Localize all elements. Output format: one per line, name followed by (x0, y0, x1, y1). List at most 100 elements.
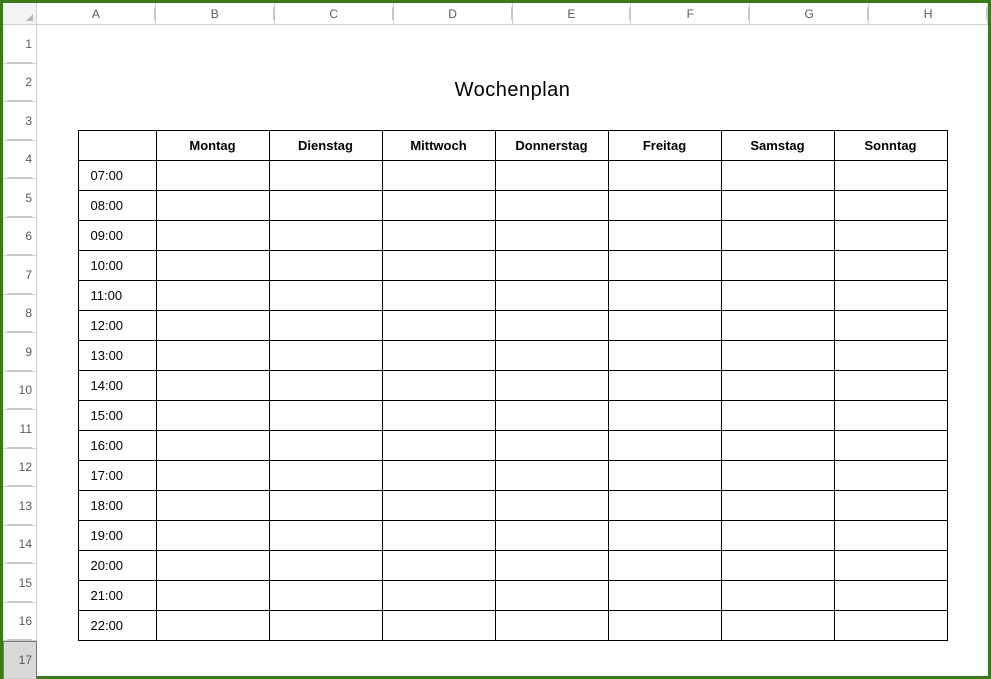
plan-cell[interactable] (382, 551, 495, 581)
plan-cell[interactable] (156, 611, 269, 641)
plan-cell[interactable] (495, 461, 608, 491)
plan-cell[interactable] (495, 401, 608, 431)
plan-cell[interactable] (721, 581, 834, 611)
plan-cell[interactable] (269, 491, 382, 521)
row-header[interactable]: 4 (3, 141, 37, 180)
plan-cell[interactable] (495, 221, 608, 251)
time-cell[interactable]: 08:00 (78, 191, 156, 221)
plan-cell[interactable] (269, 221, 382, 251)
row-header[interactable]: 7 (3, 256, 37, 295)
plan-cell[interactable] (608, 461, 721, 491)
plan-cell[interactable] (721, 551, 834, 581)
plan-cell[interactable] (834, 251, 947, 281)
time-cell[interactable]: 15:00 (78, 401, 156, 431)
sheet-canvas[interactable]: Wochenplan Montag Dienstag Mittwoch Donn… (37, 25, 988, 676)
column-header[interactable]: F (631, 3, 750, 25)
row-header[interactable]: 9 (3, 333, 37, 372)
column-header[interactable]: A (37, 3, 156, 25)
plan-cell[interactable] (382, 371, 495, 401)
time-cell[interactable]: 22:00 (78, 611, 156, 641)
row-header[interactable]: 10 (3, 372, 37, 411)
row-header[interactable]: 5 (3, 179, 37, 218)
plan-cell[interactable] (834, 311, 947, 341)
time-cell[interactable]: 14:00 (78, 371, 156, 401)
column-header[interactable]: G (750, 3, 869, 25)
plan-cell[interactable] (834, 161, 947, 191)
plan-cell[interactable] (495, 611, 608, 641)
plan-cell[interactable] (156, 221, 269, 251)
plan-cell[interactable] (382, 431, 495, 461)
plan-cell[interactable] (721, 341, 834, 371)
plan-cell[interactable] (156, 371, 269, 401)
plan-cell[interactable] (608, 161, 721, 191)
plan-cell[interactable] (269, 581, 382, 611)
time-cell[interactable]: 11:00 (78, 281, 156, 311)
plan-cell[interactable] (156, 461, 269, 491)
time-cell[interactable]: 09:00 (78, 221, 156, 251)
plan-cell[interactable] (156, 281, 269, 311)
row-header[interactable]: 16 (3, 603, 37, 642)
plan-cell[interactable] (495, 371, 608, 401)
row-header[interactable]: 13 (3, 487, 37, 526)
plan-cell[interactable] (721, 161, 834, 191)
time-cell[interactable]: 20:00 (78, 551, 156, 581)
plan-cell[interactable] (495, 431, 608, 461)
plan-cell[interactable] (495, 341, 608, 371)
plan-cell[interactable] (156, 581, 269, 611)
plan-cell[interactable] (834, 551, 947, 581)
plan-cell[interactable] (495, 311, 608, 341)
row-header[interactable]: 2 (3, 64, 37, 103)
plan-cell[interactable] (269, 401, 382, 431)
row-header[interactable]: 12 (3, 449, 37, 488)
plan-cell[interactable] (721, 401, 834, 431)
plan-cell[interactable] (608, 251, 721, 281)
plan-cell[interactable] (382, 401, 495, 431)
plan-cell[interactable] (721, 251, 834, 281)
plan-cell[interactable] (608, 221, 721, 251)
plan-cell[interactable] (269, 371, 382, 401)
time-cell[interactable]: 21:00 (78, 581, 156, 611)
plan-cell[interactable] (156, 551, 269, 581)
plan-cell[interactable] (269, 611, 382, 641)
plan-cell[interactable] (495, 491, 608, 521)
row-header[interactable]: 14 (3, 526, 37, 565)
plan-cell[interactable] (382, 581, 495, 611)
plan-cell[interactable] (608, 341, 721, 371)
plan-cell[interactable] (834, 401, 947, 431)
plan-cell[interactable] (721, 371, 834, 401)
column-header[interactable]: C (275, 3, 394, 25)
plan-cell[interactable] (721, 281, 834, 311)
row-header[interactable]: 1 (3, 25, 37, 64)
plan-cell[interactable] (382, 311, 495, 341)
time-cell[interactable]: 19:00 (78, 521, 156, 551)
plan-cell[interactable] (382, 281, 495, 311)
plan-cell[interactable] (495, 191, 608, 221)
plan-cell[interactable] (721, 521, 834, 551)
plan-cell[interactable] (382, 161, 495, 191)
plan-cell[interactable] (721, 461, 834, 491)
plan-cell[interactable] (834, 221, 947, 251)
plan-cell[interactable] (721, 191, 834, 221)
plan-cell[interactable] (269, 521, 382, 551)
plan-cell[interactable] (834, 341, 947, 371)
row-header[interactable]: 3 (3, 102, 37, 141)
row-header[interactable]: 11 (3, 410, 37, 449)
row-header[interactable]: 15 (3, 564, 37, 603)
plan-cell[interactable] (608, 611, 721, 641)
plan-cell[interactable] (269, 161, 382, 191)
plan-cell[interactable] (156, 491, 269, 521)
column-header[interactable]: B (156, 3, 275, 25)
row-header[interactable]: 6 (3, 218, 37, 257)
plan-cell[interactable] (608, 401, 721, 431)
plan-cell[interactable] (834, 371, 947, 401)
plan-cell[interactable] (608, 491, 721, 521)
plan-cell[interactable] (495, 161, 608, 191)
plan-cell[interactable] (382, 251, 495, 281)
plan-cell[interactable] (382, 221, 495, 251)
time-cell[interactable]: 17:00 (78, 461, 156, 491)
plan-cell[interactable] (608, 281, 721, 311)
time-cell[interactable]: 07:00 (78, 161, 156, 191)
plan-cell[interactable] (382, 611, 495, 641)
plan-cell[interactable] (608, 551, 721, 581)
plan-cell[interactable] (834, 521, 947, 551)
